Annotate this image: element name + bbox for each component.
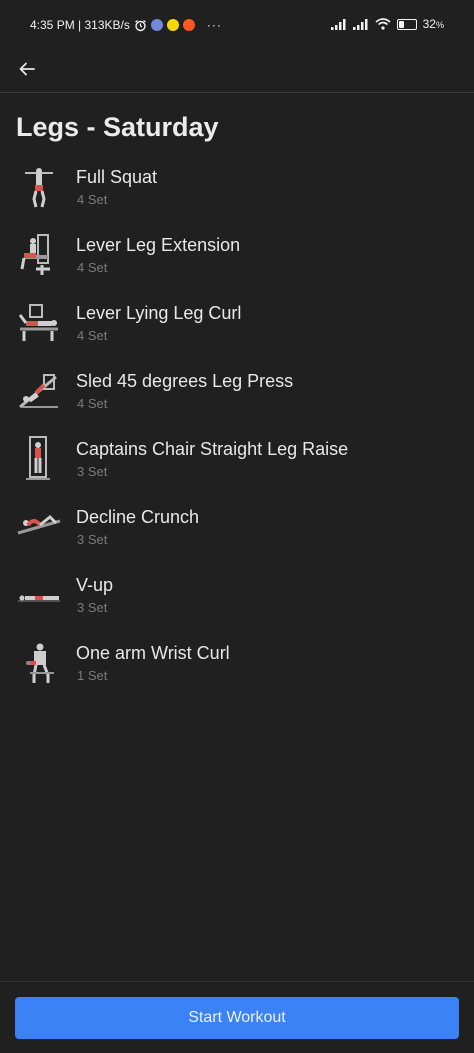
exercise-name: Captains Chair Straight Leg Raise xyxy=(76,439,349,459)
exercise-name: Lever Leg Extension xyxy=(76,235,241,255)
exercise-sets: 3 Set xyxy=(77,464,108,479)
signal-icon xyxy=(352,18,368,30)
exercise-item-one-arm-wrist-curl[interactable]: One arm Wrist Curl 1 Set xyxy=(0,631,474,699)
exercise-item-full-squat[interactable]: Full Squat 4 Set xyxy=(0,155,474,223)
exercise-sets: 4 Set xyxy=(77,396,108,411)
exercise-name: Decline Crunch xyxy=(76,507,200,527)
exercise-item-lever-lying-leg-curl[interactable]: Lever Lying Leg Curl 4 Set xyxy=(0,291,474,359)
wrist-curl-thumbnail xyxy=(26,643,54,683)
exercise-sets: 4 Set xyxy=(77,260,108,275)
reddit-icon xyxy=(182,19,195,31)
exercise-sets: 3 Set xyxy=(77,600,108,615)
exercise-item-v-up[interactable]: V-up 3 Set xyxy=(0,563,474,631)
status-time: 4:35 PM | 313KB/s xyxy=(30,18,130,32)
exercise-list: Full Squat 4 Set Lever Leg Extension 4 S… xyxy=(0,155,474,699)
exercise-name: Lever Lying Leg Curl xyxy=(76,303,242,323)
back-button[interactable] xyxy=(14,56,40,82)
exercise-sets: 4 Set xyxy=(77,192,108,207)
exercise-item-captains-chair-leg-raise[interactable]: Captains Chair Straight Leg Raise 3 Set xyxy=(0,427,474,495)
v-up-thumbnail xyxy=(18,595,60,602)
exercise-item-sled-leg-press[interactable]: Sled 45 degrees Leg Press 4 Set xyxy=(0,359,474,427)
exercise-sets: 4 Set xyxy=(77,328,108,343)
battery-percent: 32% xyxy=(422,17,444,31)
captains-chair-thumbnail xyxy=(26,436,50,480)
exercise-sets: 3 Set xyxy=(77,532,108,547)
page-title: Legs - Saturday xyxy=(16,112,219,142)
bottom-divider xyxy=(0,981,474,982)
status-bar: 4:35 PM | 313KB/s ··· 32% xyxy=(0,0,474,52)
discord-icon xyxy=(150,19,163,31)
battery-icon xyxy=(396,18,417,30)
exercise-name: Sled 45 degrees Leg Press xyxy=(76,371,294,391)
full-squat-thumbnail xyxy=(25,168,53,208)
signal-icon xyxy=(330,18,346,30)
app-bar xyxy=(0,52,474,93)
wifi-icon xyxy=(375,18,391,30)
start-workout-button[interactable]: Start Workout xyxy=(15,997,459,1039)
alarm-icon xyxy=(134,19,146,31)
lever-lying-leg-curl-thumbnail xyxy=(18,304,58,341)
exercise-name: Full Squat xyxy=(76,167,158,187)
exercise-sets: 1 Set xyxy=(77,668,108,683)
lever-leg-extension-thumbnail xyxy=(20,234,50,275)
decline-crunch-thumbnail xyxy=(17,514,61,535)
exercise-item-lever-leg-extension[interactable]: Lever Leg Extension 4 Set xyxy=(0,223,474,291)
exercise-item-decline-crunch[interactable]: Decline Crunch 3 Set xyxy=(0,495,474,563)
snapchat-icon xyxy=(166,19,179,31)
arrow-left-icon xyxy=(19,62,35,76)
more-notifications-icon: ··· xyxy=(206,18,222,32)
exercise-name: One arm Wrist Curl xyxy=(76,643,230,663)
sled-leg-press-thumbnail xyxy=(19,374,58,409)
exercise-name: V-up xyxy=(76,575,114,595)
